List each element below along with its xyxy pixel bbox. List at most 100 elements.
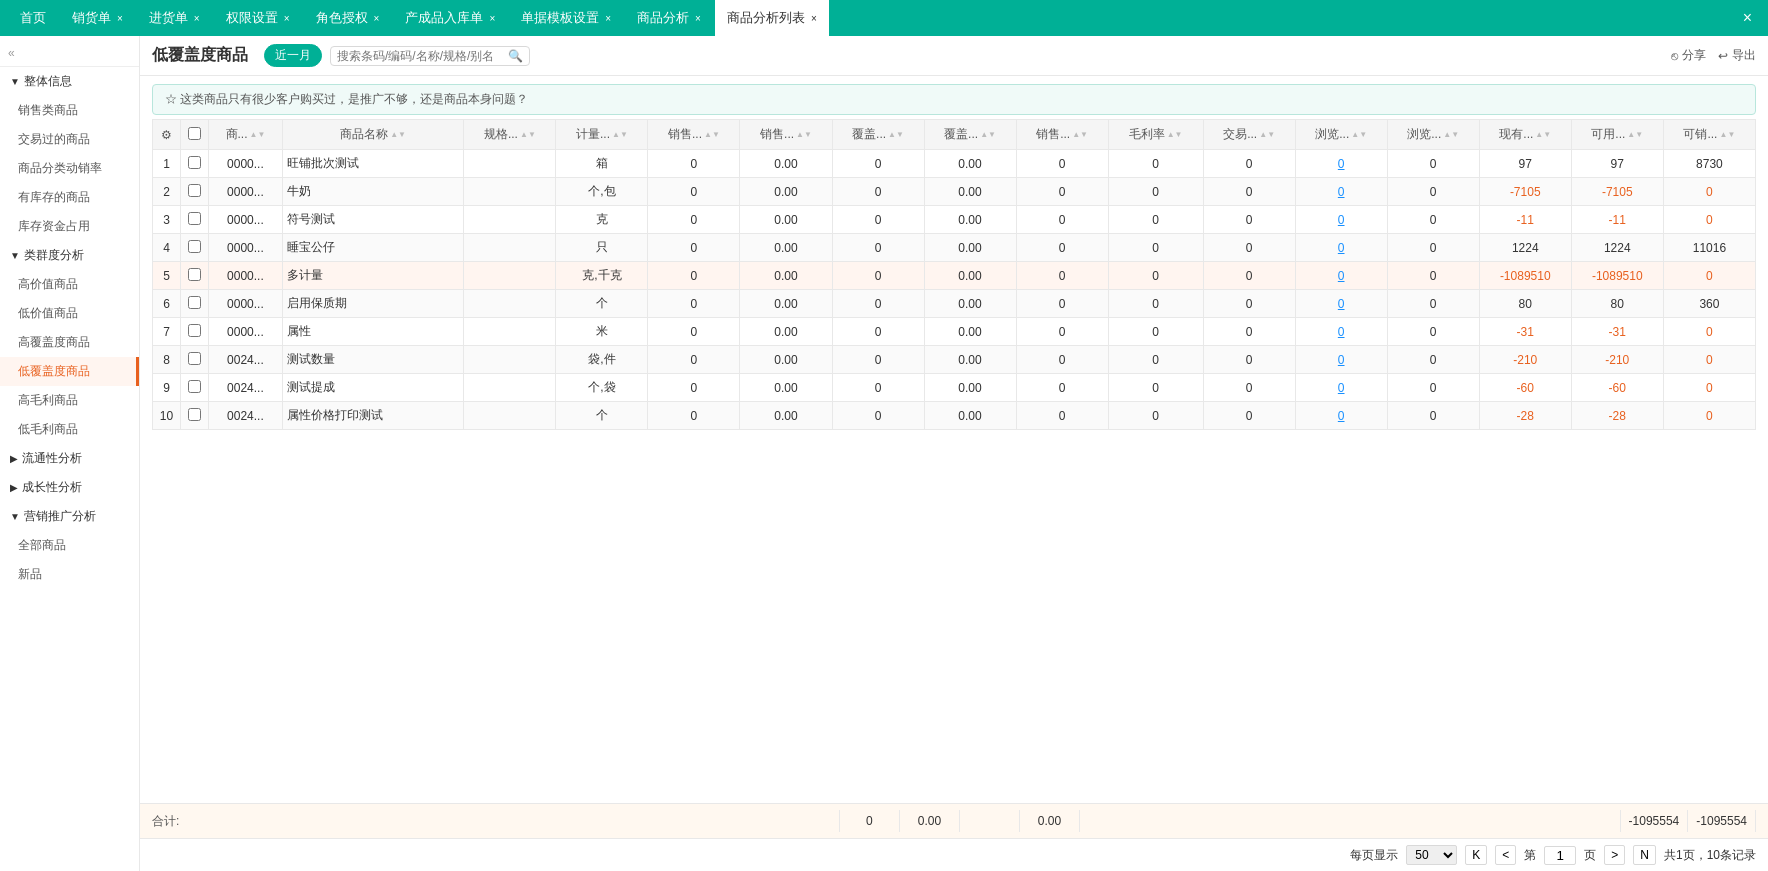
close-icon[interactable]: × [605,13,611,24]
sidebar-item-sales-goods[interactable]: 销售类商品 [0,96,139,125]
row-no: 5 [153,262,181,290]
share-button[interactable]: ⎋ 分享 [1671,47,1706,64]
sidebar-item-inventory-goods[interactable]: 有库存的商品 [0,183,139,212]
info-banner: ☆ 这类商品只有很少客户购买过，是推广不够，还是商品本身问题？ [152,84,1756,115]
col-spec[interactable]: 规格...▲▼ [464,120,556,150]
nav-purchase-order[interactable]: 进货单 × [137,0,212,36]
col-code[interactable]: 商...▲▼ [209,120,283,150]
row-browse1[interactable]: 0 [1295,346,1387,374]
col-coverage2[interactable]: 覆盖...▲▼ [924,120,1016,150]
period-button[interactable]: 近一月 [264,44,322,67]
next-page-btn[interactable]: > [1604,845,1625,865]
nav-permission-settings[interactable]: 权限设置 × [214,0,302,36]
col-trade[interactable]: 交易...▲▼ [1203,120,1295,150]
row-checkbox[interactable] [181,402,209,430]
sidebar-item-new-goods[interactable]: 新品 [0,560,139,589]
row-browse1[interactable]: 0 [1295,318,1387,346]
close-icon[interactable]: × [194,13,200,24]
col-settings[interactable]: ⚙ [153,120,181,150]
row-spec [464,290,556,318]
col-name[interactable]: 商品名称▲▼ [282,120,463,150]
col-checkbox[interactable] [181,120,209,150]
nav-template-settings[interactable]: 单据模板设置 × [509,0,623,36]
row-no: 10 [153,402,181,430]
sidebar-item-low-value[interactable]: 低价值商品 [0,299,139,328]
row-checkbox[interactable] [181,178,209,206]
table-body: 1 0000... 旺铺批次测试 箱 0 0.00 0 0.00 0 0 0 0… [153,150,1756,430]
window-close-icon[interactable]: × [1735,9,1760,27]
col-sales-amt[interactable]: 销售...▲▼ [740,120,832,150]
col-browse1[interactable]: 浏览...▲▼ [1295,120,1387,150]
row-browse1[interactable]: 0 [1295,290,1387,318]
sidebar-item-low-coverage[interactable]: 低覆盖度商品 [0,357,139,386]
row-no: 4 [153,234,181,262]
export-button[interactable]: ↩ 导出 [1718,47,1756,64]
last-page-btn[interactable]: N [1633,845,1656,865]
sidebar-item-high-value[interactable]: 高价值商品 [0,270,139,299]
data-table: ⚙ 商...▲▼ 商品名称▲▼ 规格...▲▼ 计量...▲▼ 销售...▲▼ … [152,119,1756,430]
sidebar-group-cluster[interactable]: ▼ 类群度分析 [0,241,139,270]
row-coverage2: 0.00 [924,374,1016,402]
row-checkbox[interactable] [181,262,209,290]
sidebar-group-marketing[interactable]: ▼ 营销推广分析 [0,502,139,531]
row-checkbox[interactable] [181,234,209,262]
nav-role-auth[interactable]: 角色授权 × [304,0,392,36]
row-checkbox[interactable] [181,374,209,402]
page-size-select[interactable]: 50 20 100 [1406,845,1457,865]
sidebar-group-growth[interactable]: ▶ 成长性分析 [0,473,139,502]
col-current-stock[interactable]: 现有...▲▼ [1479,120,1571,150]
col-sales-qty[interactable]: 销售...▲▼ [648,120,740,150]
col-browse2[interactable]: 浏览...▲▼ [1387,120,1479,150]
col-sales-other[interactable]: 销售...▲▼ [1016,120,1108,150]
nav-product-analysis[interactable]: 商品分析 × [625,0,713,36]
sidebar-item-inventory-capital[interactable]: 库存资金占用 [0,212,139,241]
row-coverage2: 0.00 [924,262,1016,290]
row-checkbox[interactable] [181,206,209,234]
row-browse1[interactable]: 0 [1295,150,1387,178]
sidebar-item-high-coverage[interactable]: 高覆盖度商品 [0,328,139,357]
row-checkbox[interactable] [181,290,209,318]
close-icon[interactable]: × [811,13,817,24]
search-icon[interactable]: 🔍 [508,49,523,63]
col-available-stock[interactable]: 可用...▲▼ [1571,120,1663,150]
close-icon[interactable]: × [695,13,701,24]
col-margin[interactable]: 毛利率▲▼ [1108,120,1203,150]
row-sales-qty: 0 [648,178,740,206]
row-browse1[interactable]: 0 [1295,178,1387,206]
col-sellable[interactable]: 可销...▲▼ [1663,120,1755,150]
search-input[interactable] [337,49,508,63]
prev-page-btn[interactable]: < [1495,845,1516,865]
sidebar-group-overall[interactable]: ▼ 整体信息 [0,67,139,96]
page-number-input[interactable] [1544,846,1576,865]
nav-sales-order[interactable]: 销货单 × [60,0,135,36]
select-all-checkbox[interactable] [188,127,201,140]
sidebar-group-circulation[interactable]: ▶ 流通性分析 [0,444,139,473]
sidebar-item-high-margin[interactable]: 高毛利商品 [0,386,139,415]
row-checkbox[interactable] [181,150,209,178]
col-unit[interactable]: 计量...▲▼ [556,120,648,150]
row-browse1[interactable]: 0 [1295,234,1387,262]
sidebar-item-category-rate[interactable]: 商品分类动销率 [0,154,139,183]
row-checkbox[interactable] [181,346,209,374]
header-bar: 低覆盖度商品 近一月 🔍 ⎋ 分享 ↩ 导出 [140,36,1768,76]
sidebar-item-low-margin[interactable]: 低毛利商品 [0,415,139,444]
first-page-btn[interactable]: K [1465,845,1487,865]
row-browse1[interactable]: 0 [1295,402,1387,430]
row-checkbox[interactable] [181,318,209,346]
col-coverage1[interactable]: 覆盖...▲▼ [832,120,924,150]
row-spec [464,346,556,374]
close-icon[interactable]: × [489,13,495,24]
row-browse1[interactable]: 0 [1295,374,1387,402]
sidebar-collapse-btn[interactable]: « [0,40,139,67]
close-icon[interactable]: × [374,13,380,24]
nav-finished-goods[interactable]: 产成品入库单 × [393,0,507,36]
row-browse1[interactable]: 0 [1295,262,1387,290]
sidebar-item-all-goods[interactable]: 全部商品 [0,531,139,560]
close-icon[interactable]: × [284,13,290,24]
nav-product-analysis-list[interactable]: 商品分析列表 × [715,0,829,36]
nav-home[interactable]: 首页 [8,0,58,36]
row-browse1[interactable]: 0 [1295,206,1387,234]
close-icon[interactable]: × [117,13,123,24]
footer-spacer [212,810,840,832]
sidebar-item-traded-goods[interactable]: 交易过的商品 [0,125,139,154]
